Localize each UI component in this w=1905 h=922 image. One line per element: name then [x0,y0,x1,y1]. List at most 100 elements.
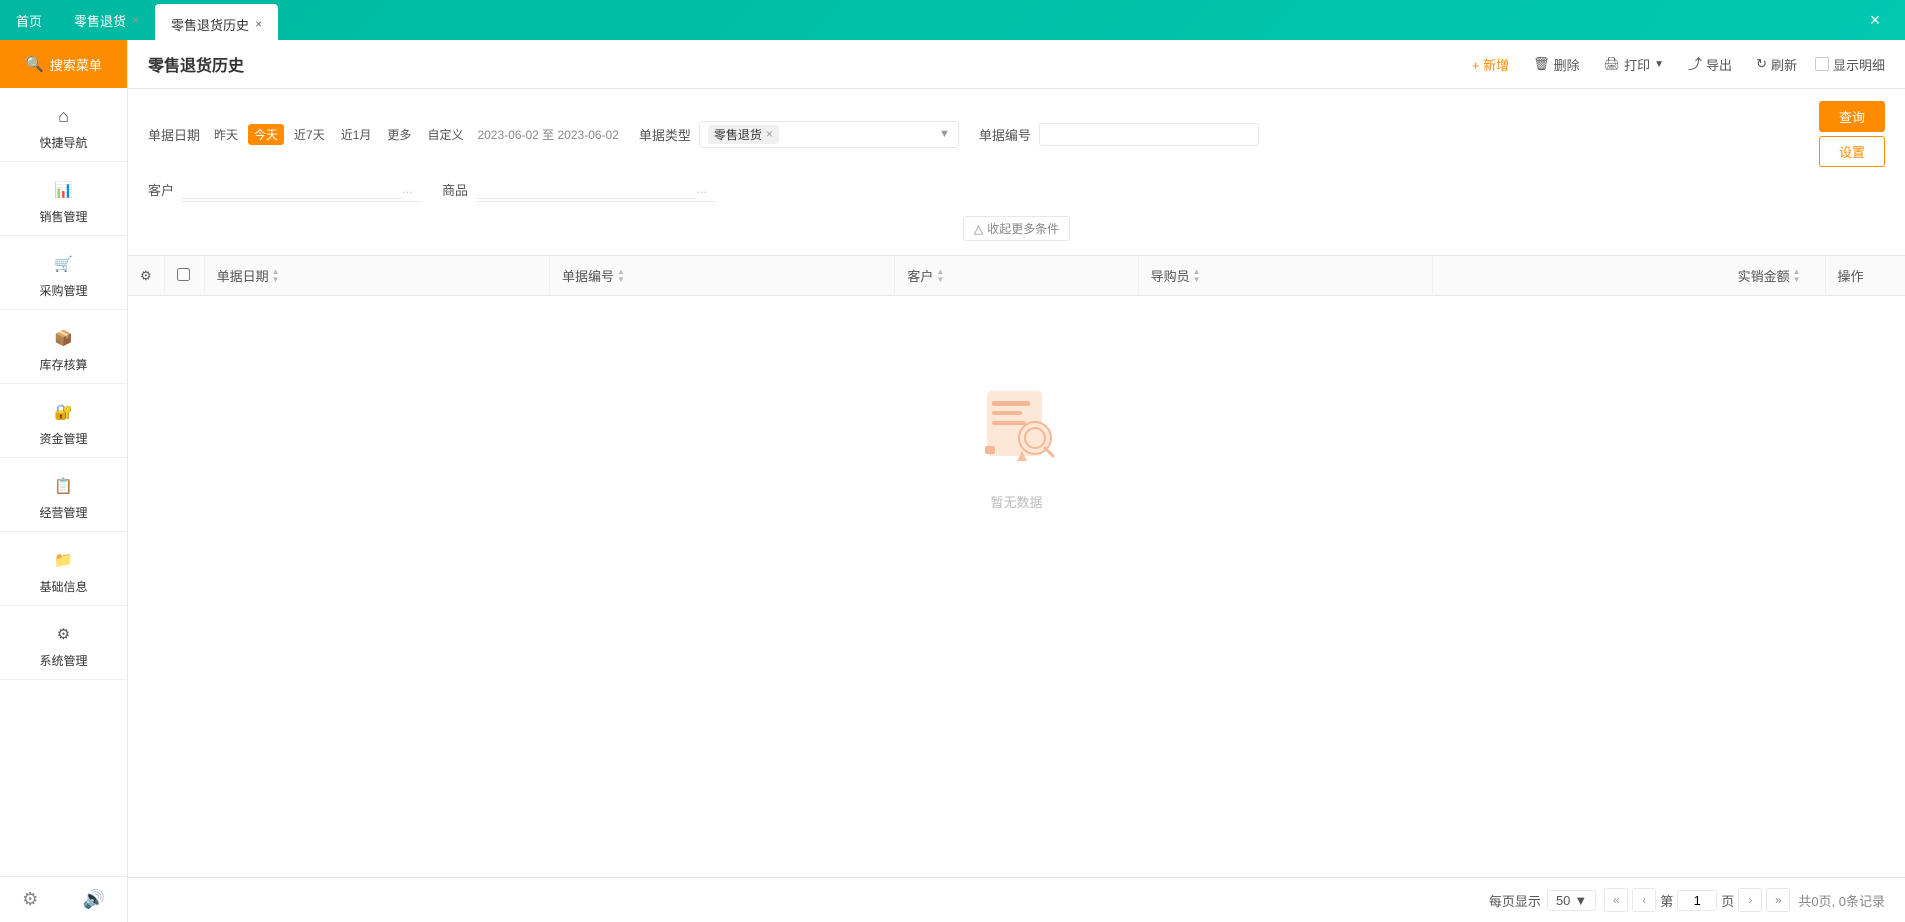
sidebar-item-inventory[interactable]: 📦 库存核算 [0,310,127,384]
collapse-arrow-icon: △ [974,222,983,236]
page-next-button[interactable]: › [1738,888,1762,912]
table-header: ⚙ 单据日期 ▲▼ 单据编号 [128,256,1905,296]
filter-section: 单据日期 昨天 今天 近7天 近1月 更多 自定义 2023-06-02 至 2… [128,89,1905,256]
sidebar-item-operations-mgmt-label: 经营管理 [39,504,87,521]
date-yesterday-btn[interactable]: 昨天 [208,124,244,145]
customer-sort-icon: ▲▼ [936,268,944,284]
sidebar-settings-button[interactable]: ⚙ [14,885,46,914]
page-number-input[interactable] [1677,890,1717,911]
print-chevron-icon: ▼ [1654,59,1664,70]
delete-icon: 🗑 [1533,56,1550,72]
print-button-label: 打印 [1624,55,1650,74]
filter-row-1: 单据日期 昨天 今天 近7天 近1月 更多 自定义 2023-06-02 至 2… [148,101,1885,167]
sales-icon: 📊 [50,176,78,204]
page-prev-button[interactable]: ‹ [1632,888,1656,912]
collapse-row: △ 收起更多条件 [148,212,1885,249]
date-today-btn[interactable]: 今天 [248,124,284,145]
tab-list: 首页 零售退货 × 零售退货历史 × [0,0,1861,40]
refresh-button-label: 刷新 [1771,55,1797,74]
goods-input[interactable] [476,177,696,199]
tab-retail-return-history[interactable]: 零售退货历史 × [155,4,278,44]
th-checkbox [164,256,204,296]
th-number[interactable]: 单据编号 ▲▼ [550,256,895,296]
tab-retail-return[interactable]: 零售退货 × [58,0,155,40]
sidebar-item-sales-mgmt[interactable]: 📊 销售管理 [0,162,127,236]
pagination-bar: 每页显示 50 ▼ « ‹ 第 页 › » 共0页, 0条记录 [128,877,1905,922]
th-date[interactable]: 单据日期 ▲▼ [204,256,549,296]
th-guide[interactable]: 导购员 ▲▼ [1138,256,1432,296]
window-close-button[interactable]: × [1861,6,1889,34]
page-nav: « ‹ 第 页 › » [1604,888,1790,912]
query-button[interactable]: 查询 [1819,101,1885,132]
filter-settings-button[interactable]: 设置 [1819,136,1885,167]
goods-filter-label: 商品 [442,180,468,199]
table-settings-icon[interactable]: ⚙ [140,268,152,283]
date-custom-btn[interactable]: 自定义 [421,124,469,145]
display-toggle[interactable]: 显示明细 [1815,55,1885,74]
customer-filter-item: 客户 ... [148,177,422,202]
page-size-dropdown[interactable]: 50 ▼ [1547,890,1596,911]
goods-filter-item: 商品 ... [442,177,716,202]
date-more-btn[interactable]: 更多 [381,124,417,145]
empty-state: 暂无数据 [128,296,1905,591]
tab-retail-return-close[interactable]: × [132,13,139,27]
delete-button[interactable]: 🗑 删除 [1527,51,1586,78]
sidebar-item-finance-mgmt[interactable]: 🔐 资金管理 [0,384,127,458]
tab-retail-return-label: 零售退货 [74,11,126,30]
sidebar-item-system-mgmt[interactable]: ⚙ 系统管理 [0,606,127,680]
date-filter-options: 昨天 今天 近7天 近1月 更多 自定义 2023-06-02 至 2023-0… [208,124,619,145]
empty-state-icon [967,376,1067,476]
sidebar-item-basic-info[interactable]: 📁 基础信息 [0,532,127,606]
data-table: ⚙ 单据日期 ▲▼ 单据编号 [128,256,1905,591]
page-size-chevron-icon: ▼ [1574,893,1587,908]
sidebar-item-purchase-mgmt[interactable]: 🛒 采购管理 [0,236,127,310]
basic-info-icon: 📁 [50,546,78,574]
sidebar-item-sales-mgmt-label: 销售管理 [39,208,87,225]
customer-input[interactable] [182,177,402,199]
tab-retail-return-history-close[interactable]: × [255,17,262,31]
doc-type-filter-item: 单据类型 零售退货 × ▼ [639,121,959,148]
date-last7-btn[interactable]: 近7天 [288,124,331,145]
sidebar-item-inventory-label: 库存核算 [39,356,87,373]
page-label: 页 [1721,891,1734,910]
collapse-button-label: 收起更多条件 [987,220,1059,237]
goods-placeholder: ... [696,181,707,196]
page-jump-label: 第 [1660,891,1673,910]
th-date-label: 单据日期 [217,266,269,285]
display-toggle-checkbox[interactable] [1815,57,1829,71]
print-button[interactable]: 🖨 打印 ▼ [1598,51,1670,78]
sidebar-item-basic-info-label: 基础信息 [39,578,87,595]
operations-icon: 📋 [50,472,78,500]
delete-button-label: 删除 [1554,55,1580,74]
sidebar: 🔍 搜索菜单 ⌂ 快捷导航 📊 销售管理 🛒 采购管理 📦 库存核算 🔐 [0,40,128,922]
tab-home[interactable]: 首页 [0,0,58,40]
sidebar-search-label: 搜索菜单 [50,55,102,74]
export-button[interactable]: ⤴ 导出 [1682,50,1738,78]
sidebar-speaker-button[interactable]: 🔊 [74,885,112,914]
search-icon: 🔍 [25,55,44,73]
th-amount[interactable]: 实销金额 ▲▼ [1432,256,1825,296]
amount-sort-icon: ▲▼ [1793,268,1801,284]
page-header: 零售退货历史 + 新增 🗑 删除 🖨 打印 ▼ ⤴ 导出 [128,40,1905,89]
page-last-button[interactable]: » [1766,888,1790,912]
purchase-icon: 🛒 [50,250,78,278]
collapse-button[interactable]: △ 收起更多条件 [963,216,1070,241]
th-settings[interactable]: ⚙ [128,256,164,296]
th-customer[interactable]: 客户 ▲▼ [895,256,1138,296]
main-layout: 🔍 搜索菜单 ⌂ 快捷导航 📊 销售管理 🛒 采购管理 📦 库存核算 🔐 [0,40,1905,922]
date-last-month-btn[interactable]: 近1月 [335,124,378,145]
refresh-button[interactable]: ↻ 刷新 [1750,51,1803,78]
doc-type-select[interactable]: 零售退货 × ▼ [699,121,959,148]
doc-number-input[interactable] [1039,123,1259,146]
refresh-icon: ↻ [1756,56,1767,72]
doc-type-tag-remove[interactable]: × [766,127,773,141]
page-title: 零售退货历史 [148,52,244,76]
select-all-checkbox[interactable] [177,268,190,281]
page-first-button[interactable]: « [1604,888,1628,912]
display-toggle-label: 显示明细 [1833,55,1885,74]
new-button[interactable]: + 新增 [1466,51,1515,78]
filter-row-2: 客户 ... 商品 ... [148,177,1885,202]
sidebar-item-quick-nav[interactable]: ⌂ 快捷导航 [0,88,127,162]
sidebar-item-operations-mgmt[interactable]: 📋 经营管理 [0,458,127,532]
sidebar-search-button[interactable]: 🔍 搜索菜单 [0,40,127,88]
